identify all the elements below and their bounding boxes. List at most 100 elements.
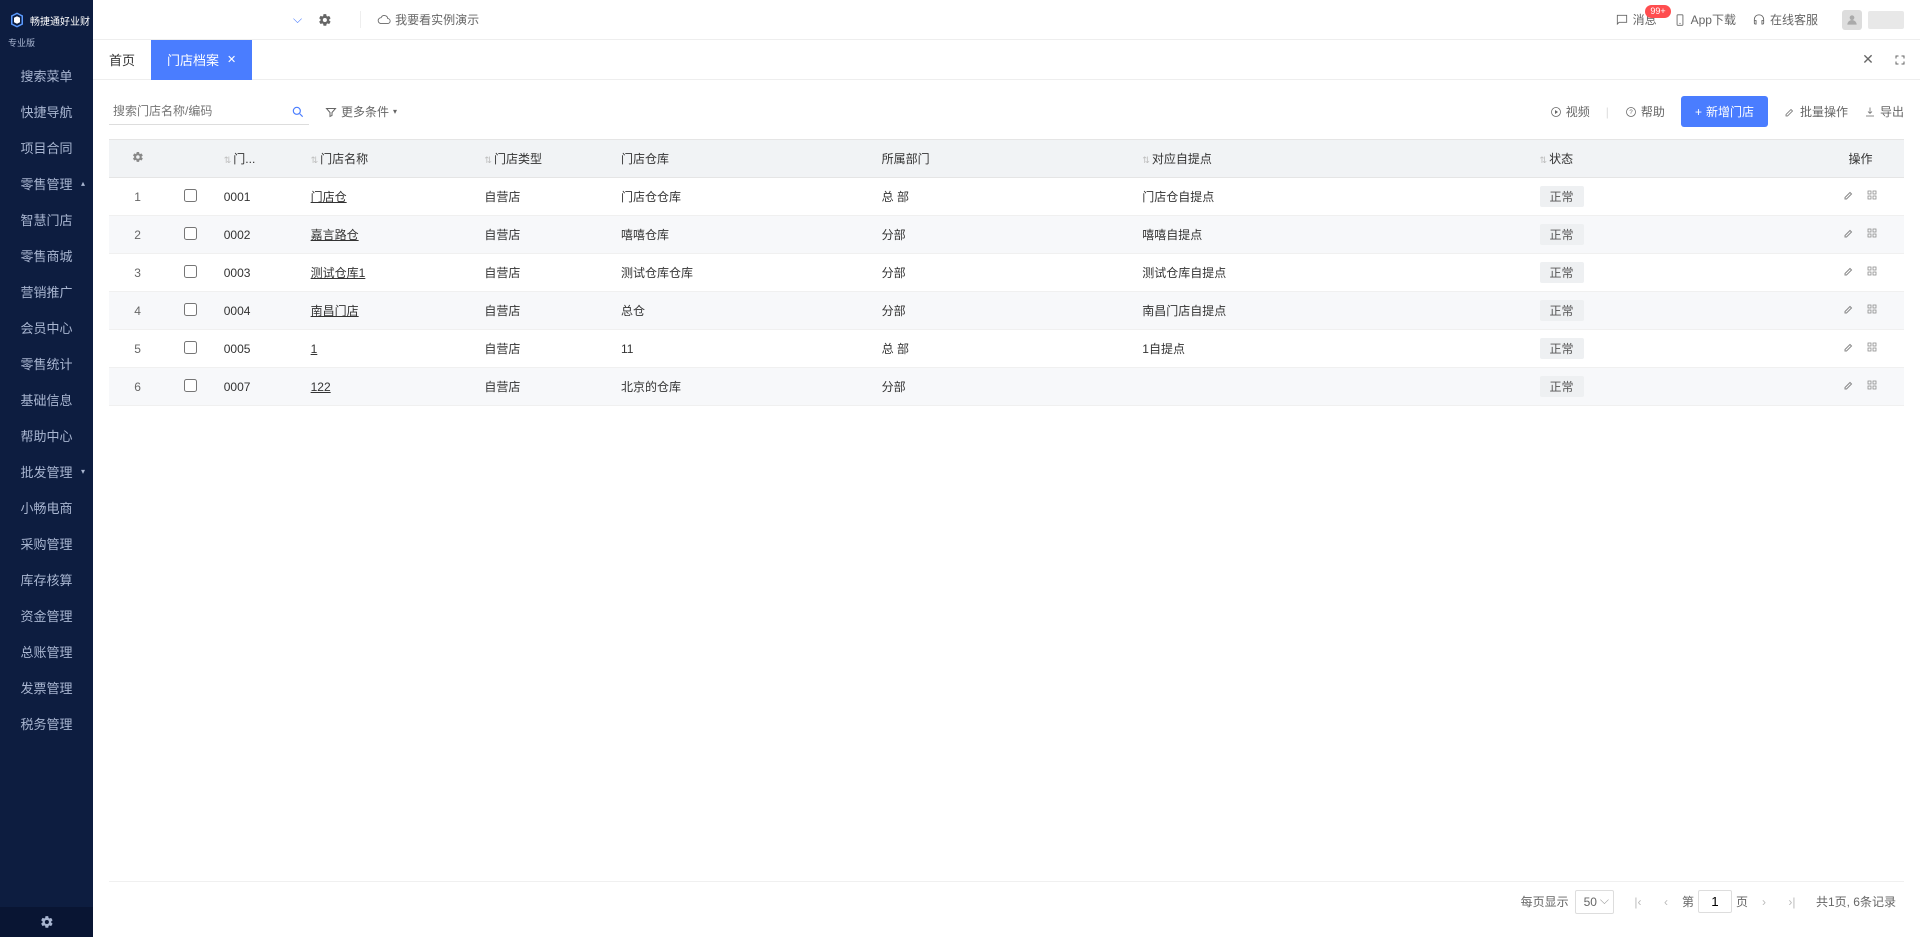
column-gear[interactable] (109, 140, 166, 178)
sidebar-item[interactable]: 基础信息 (0, 381, 93, 417)
store-name-link[interactable]: 122 (311, 380, 331, 394)
column-checkbox (166, 140, 216, 178)
last-page-button[interactable]: ›| (1780, 890, 1804, 914)
row-checkbox-cell (166, 254, 216, 292)
cell-department: 分部 (874, 254, 1135, 292)
cell-name: 1 (303, 330, 477, 368)
company-settings-icon[interactable] (318, 13, 332, 27)
chevron-down-icon[interactable]: ⌵ (293, 12, 302, 27)
store-name-link[interactable]: 南昌门店 (311, 304, 359, 318)
sidebar-item-label: 零售商城 (20, 246, 72, 265)
edit-row-icon[interactable] (1843, 228, 1855, 242)
sidebar-item[interactable]: 发票管理 (0, 669, 93, 705)
sidebar-item[interactable]: 项目合同 (0, 129, 93, 165)
column-type[interactable]: ⇅门店类型 (476, 140, 613, 178)
search-icon[interactable] (291, 105, 305, 119)
tab-home[interactable]: 首页 (93, 40, 151, 80)
row-checkbox[interactable] (184, 189, 197, 202)
more-row-icon[interactable] (1866, 304, 1878, 318)
close-all-tabs-button[interactable]: ✕ (1856, 48, 1880, 72)
edit-row-icon[interactable] (1843, 342, 1855, 356)
column-status[interactable]: ⇅状态 (1532, 140, 1818, 178)
sidebar-item[interactable]: 快捷导航 (0, 93, 93, 129)
sidebar-item[interactable]: 批发管理▾ (0, 453, 93, 489)
add-store-button[interactable]: + 新增门店 (1681, 96, 1768, 127)
page-size-select[interactable]: 50 (1575, 890, 1614, 914)
search-input[interactable] (109, 98, 309, 125)
page-input[interactable] (1698, 890, 1732, 913)
cell-code: 0001 (216, 178, 303, 216)
sidebar-item[interactable]: 零售管理▴ (0, 165, 93, 201)
sidebar-item[interactable]: 总账管理 (0, 633, 93, 669)
edit-row-icon[interactable] (1843, 190, 1855, 204)
cell-name: 门店仓 (303, 178, 477, 216)
store-name-link[interactable]: 测试仓库1 (311, 266, 366, 280)
next-page-button[interactable]: › (1752, 890, 1776, 914)
sidebar-item[interactable]: 库存核算 (0, 561, 93, 597)
help-button[interactable]: ? 帮助 (1625, 103, 1665, 120)
more-row-icon[interactable] (1866, 266, 1878, 280)
close-icon[interactable]: ✕ (227, 53, 236, 66)
column-name[interactable]: ⇅门店名称 (303, 140, 477, 178)
batch-label: 批量操作 (1800, 103, 1848, 120)
fullscreen-button[interactable] (1888, 48, 1912, 72)
brand-logo: 畅捷通好业财 (0, 0, 93, 40)
sidebar-item[interactable]: 帮助中心 (0, 417, 93, 453)
row-checkbox[interactable] (184, 341, 197, 354)
store-name-link[interactable]: 1 (311, 342, 318, 356)
more-row-icon[interactable] (1866, 228, 1878, 242)
prev-page-button[interactable]: ‹ (1654, 890, 1678, 914)
video-button[interactable]: 视频 (1550, 103, 1590, 120)
store-name-link[interactable]: 门店仓 (311, 190, 347, 204)
edit-row-icon[interactable] (1843, 380, 1855, 394)
app-download-button[interactable]: App下载 (1673, 11, 1736, 28)
cell-pickup (1134, 368, 1531, 406)
more-row-icon[interactable] (1866, 380, 1878, 394)
sidebar-item-label: 智慧门店 (20, 210, 72, 229)
sidebar-item[interactable]: 小畅电商 (0, 489, 93, 525)
export-button[interactable]: 导出 (1864, 103, 1904, 120)
batch-button[interactable]: 批量操作 (1784, 103, 1848, 120)
user-menu[interactable] (1842, 10, 1904, 30)
row-checkbox[interactable] (184, 265, 197, 278)
sidebar-item[interactable]: 零售商城 (0, 237, 93, 273)
sidebar-item[interactable]: 税务管理 (0, 705, 93, 741)
sidebar-item[interactable]: 搜索菜单 (0, 57, 93, 93)
column-department: 所属部门 (874, 140, 1135, 178)
sidebar: 畅捷通好业财 专业版 搜索菜单快捷导航项目合同零售管理▴智慧门店零售商城营销推广… (0, 0, 93, 937)
row-checkbox[interactable] (184, 379, 197, 392)
sidebar-item[interactable]: 零售统计 (0, 345, 93, 381)
column-pickup[interactable]: ⇅对应自提点 (1134, 140, 1531, 178)
more-filters-label: 更多条件 (341, 103, 389, 120)
tab-store-profile[interactable]: 门店档案 ✕ (151, 40, 252, 80)
more-filters-button[interactable]: 更多条件 ▾ (325, 103, 397, 120)
first-page-button[interactable]: |‹ (1626, 890, 1650, 914)
support-button[interactable]: 在线客服 (1752, 11, 1818, 28)
sidebar-item[interactable]: 营销推广 (0, 273, 93, 309)
edit-row-icon[interactable] (1843, 266, 1855, 280)
row-index: 5 (109, 330, 166, 368)
sidebar-item[interactable]: 资金管理 (0, 597, 93, 633)
sidebar-item[interactable]: 智慧门店 (0, 201, 93, 237)
row-checkbox-cell (166, 292, 216, 330)
plus-icon: + (1695, 105, 1702, 119)
edit-row-icon[interactable] (1843, 304, 1855, 318)
table-row: 6 0007 122 自营店 北京的仓库 分部 正常 (109, 368, 1904, 406)
sidebar-item[interactable]: 会员中心 (0, 309, 93, 345)
demo-link[interactable]: 我要看实例演示 (360, 11, 479, 28)
search-wrap (109, 98, 309, 125)
row-checkbox[interactable] (184, 303, 197, 316)
more-row-icon[interactable] (1866, 342, 1878, 356)
store-name-link[interactable]: 嘉言路仓 (311, 228, 359, 242)
row-checkbox-cell (166, 330, 216, 368)
more-row-icon[interactable] (1866, 190, 1878, 204)
sidebar-item[interactable]: 采购管理 (0, 525, 93, 561)
cell-warehouse: 总仓 (613, 292, 874, 330)
help-icon: ? (1625, 106, 1637, 118)
messages-button[interactable]: 消息 99+ (1615, 11, 1657, 28)
sidebar-settings[interactable] (0, 907, 93, 937)
cell-department: 总 部 (874, 330, 1135, 368)
column-code[interactable]: ⇅门... (216, 140, 303, 178)
row-checkbox[interactable] (184, 227, 197, 240)
per-page-label: 每页显示 (1521, 893, 1569, 910)
